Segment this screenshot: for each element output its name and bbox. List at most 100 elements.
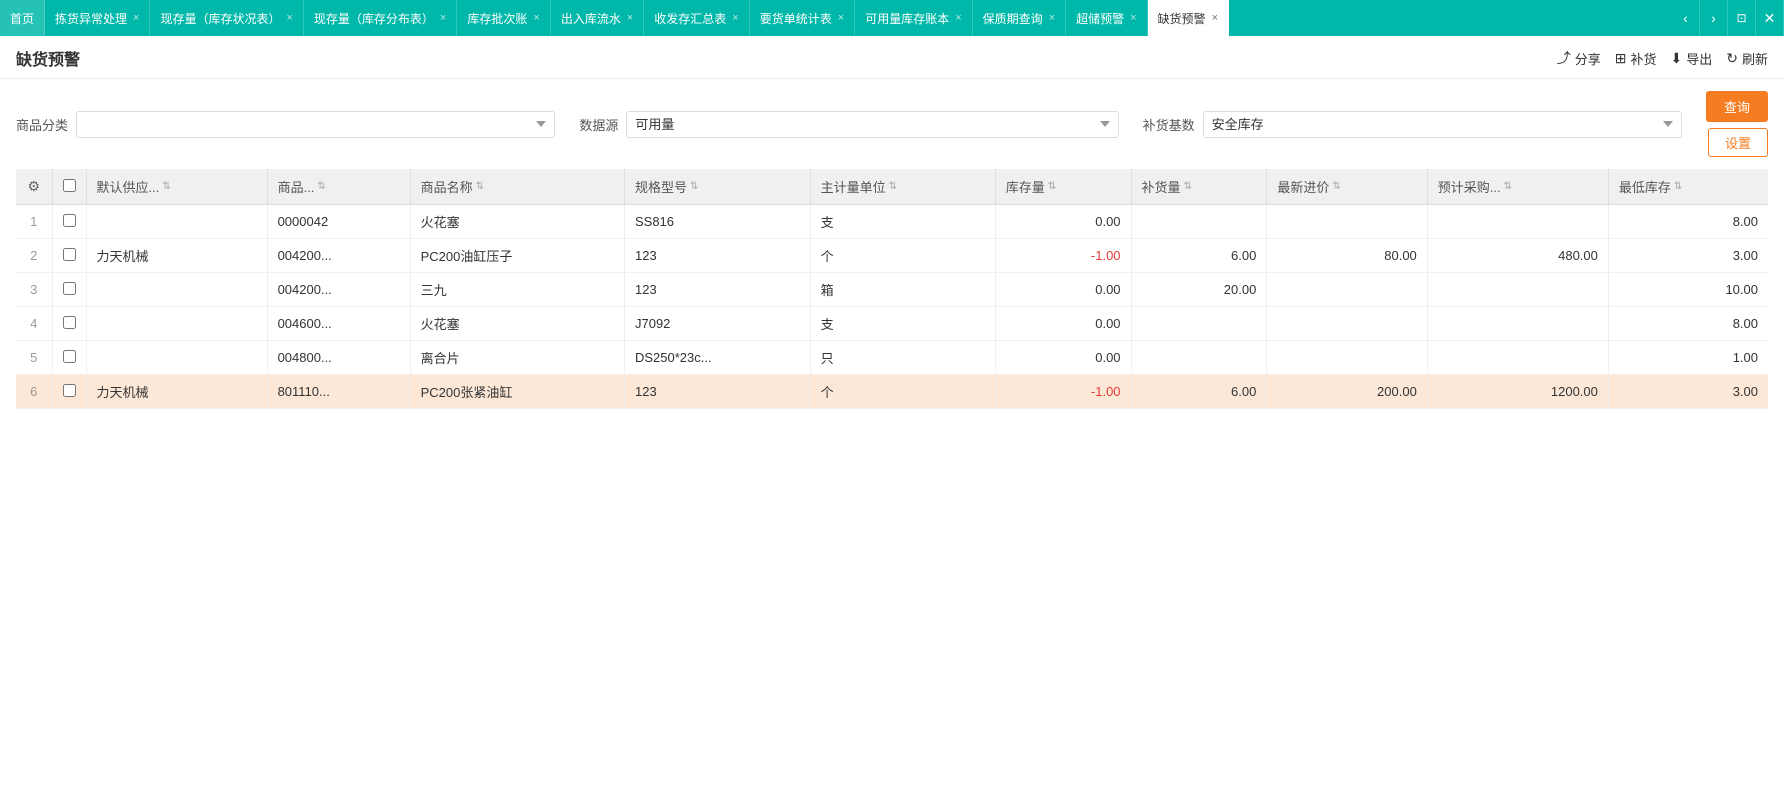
cell-spec-5: DS250*23c...: [624, 341, 810, 375]
row-select-3[interactable]: [63, 282, 76, 295]
sort-unit-icon: ⇅: [889, 181, 897, 192]
row-select-5[interactable]: [63, 350, 76, 363]
close-tab-order-stats[interactable]: ×: [838, 12, 844, 24]
category-select[interactable]: [76, 111, 555, 138]
col-supplier[interactable]: 默认供应... ⇅: [86, 169, 267, 205]
cell-est-purchase-4: [1427, 307, 1608, 341]
replenish-button[interactable]: ⊞ 补货: [1615, 49, 1657, 68]
refresh-icon: ↻: [1726, 50, 1738, 67]
nav-close-button[interactable]: ✕: [1756, 0, 1784, 36]
row-num-1: 1: [16, 205, 52, 239]
row-num-3: 3: [16, 273, 52, 307]
col-stock[interactable]: 库存量 ⇅: [995, 169, 1131, 205]
nav-restore-button[interactable]: ⊡: [1728, 0, 1756, 36]
sort-latest-price-icon: ⇅: [1332, 181, 1340, 192]
select-all-checkbox[interactable]: [63, 179, 76, 192]
close-tab-overstock[interactable]: ×: [1130, 12, 1136, 24]
row-checkbox-3[interactable]: [52, 273, 86, 307]
share-button[interactable]: ⤴ 分享: [1557, 48, 1601, 68]
export-icon: ⬇: [1671, 50, 1683, 67]
nav-tabs: 首页 拣货异常处理 × 现存量（库存状况表） × 现存量（库存分布表） × 库存…: [0, 0, 1784, 36]
column-settings-icon[interactable]: ⚙: [27, 178, 40, 194]
row-select-4[interactable]: [63, 316, 76, 329]
close-tab-inventory-status[interactable]: ×: [286, 12, 292, 24]
cell-stock-4: 0.00: [995, 307, 1131, 341]
tab-exception[interactable]: 拣货异常处理 ×: [45, 0, 150, 36]
col-unit[interactable]: 主计量单位 ⇅: [810, 169, 995, 205]
col-latest-price[interactable]: 最新进价 ⇅: [1267, 169, 1427, 205]
table-header-row: ⚙ 默认供应... ⇅ 商品... ⇅: [16, 169, 1768, 205]
cell-product-name-6: PC200张紧油缸: [410, 375, 624, 409]
cell-replenish-4: [1131, 307, 1267, 341]
cell-supplier-2: 力天机械: [86, 239, 267, 273]
row-checkbox-5[interactable]: [52, 341, 86, 375]
cell-min-stock-6: 3.00: [1608, 375, 1768, 409]
cell-supplier-5: [86, 341, 267, 375]
tab-home[interactable]: 首页: [0, 0, 45, 36]
settings-button[interactable]: 设置: [1708, 128, 1768, 157]
datasource-select[interactable]: 可用量: [626, 111, 1118, 138]
tab-order-stats[interactable]: 要货单统计表 ×: [750, 0, 855, 36]
row-checkbox-2[interactable]: [52, 239, 86, 273]
col-select-all: [52, 169, 86, 205]
tab-recv-summary[interactable]: 收发存汇总表 ×: [644, 0, 749, 36]
replenish-base-select[interactable]: 安全库存: [1203, 111, 1682, 138]
close-tab-avail-account[interactable]: ×: [955, 12, 961, 24]
cell-stock-3: 0.00: [995, 273, 1131, 307]
tab-inout-flow[interactable]: 出入库流水 ×: [551, 0, 644, 36]
close-tab-shortage[interactable]: ×: [1212, 12, 1218, 24]
nav-next-button[interactable]: ›: [1700, 0, 1728, 36]
close-tab-exception[interactable]: ×: [133, 12, 139, 24]
refresh-button[interactable]: ↻ 刷新: [1726, 49, 1768, 68]
export-button[interactable]: ⬇ 导出: [1671, 49, 1713, 68]
table-body: 1 0000042 火花塞 SS816 支 0.00 8.00 2 力天机械 0…: [16, 205, 1768, 409]
tab-batch-account[interactable]: 库存批次账 ×: [457, 0, 550, 36]
cell-stock-5: 0.00: [995, 341, 1131, 375]
col-replenish[interactable]: 补货量 ⇅: [1131, 169, 1267, 205]
close-tab-inventory-dist[interactable]: ×: [440, 12, 446, 24]
sort-spec-icon: ⇅: [690, 181, 698, 192]
cell-product-code-2: 004200...: [267, 239, 410, 273]
cell-supplier-4: [86, 307, 267, 341]
close-tab-recv-summary[interactable]: ×: [732, 12, 738, 24]
nav-prev-button[interactable]: ‹: [1672, 0, 1700, 36]
row-num-6: 6: [16, 375, 52, 409]
filter-actions: 查询 设置: [1706, 91, 1768, 157]
sort-product-code-icon: ⇅: [317, 181, 325, 192]
col-min-stock[interactable]: 最低库存 ⇅: [1608, 169, 1768, 205]
close-tab-inout-flow[interactable]: ×: [627, 12, 633, 24]
replenish-base-label: 补货基数: [1143, 115, 1195, 134]
cell-supplier-6: 力天机械: [86, 375, 267, 409]
col-settings: ⚙: [16, 169, 52, 205]
tab-inventory-dist[interactable]: 现存量（库存分布表） ×: [304, 0, 457, 36]
tab-overstock[interactable]: 超储预警 ×: [1066, 0, 1147, 36]
cell-est-purchase-6: 1200.00: [1427, 375, 1608, 409]
query-button[interactable]: 查询: [1706, 91, 1768, 122]
tab-expiry-query[interactable]: 保质期查询 ×: [973, 0, 1066, 36]
row-checkbox-4[interactable]: [52, 307, 86, 341]
row-select-2[interactable]: [63, 248, 76, 261]
cell-supplier-1: [86, 205, 267, 239]
row-select-6[interactable]: [63, 384, 76, 397]
row-checkbox-6[interactable]: [52, 375, 86, 409]
row-select-1[interactable]: [63, 214, 76, 227]
col-spec[interactable]: 规格型号 ⇅: [624, 169, 810, 205]
tab-inventory-status[interactable]: 现存量（库存状况表） ×: [150, 0, 303, 36]
share-icon: ⤴: [1557, 48, 1571, 68]
tab-avail-account[interactable]: 可用量库存账本 ×: [855, 0, 972, 36]
cell-latest-price-6: 200.00: [1267, 375, 1427, 409]
cell-spec-4: J7092: [624, 307, 810, 341]
tab-shortage[interactable]: 缺货预警 ×: [1148, 0, 1229, 36]
filter-bar: 商品分类 数据源 可用量 补货基数 安全库存 查询 设置: [0, 79, 1784, 169]
sort-stock-icon: ⇅: [1048, 181, 1056, 192]
close-tab-expiry-query[interactable]: ×: [1049, 12, 1055, 24]
col-est-purchase[interactable]: 预计采购... ⇅: [1427, 169, 1608, 205]
close-tab-batch-account[interactable]: ×: [533, 12, 539, 24]
row-checkbox-1[interactable]: [52, 205, 86, 239]
cell-unit-6: 个: [810, 375, 995, 409]
col-product-name[interactable]: 商品名称 ⇅: [410, 169, 624, 205]
col-product-code[interactable]: 商品... ⇅: [267, 169, 410, 205]
sort-replenish-icon: ⇅: [1184, 181, 1192, 192]
cell-product-name-3: 三九: [410, 273, 624, 307]
cell-product-name-2: PC200油缸压子: [410, 239, 624, 273]
